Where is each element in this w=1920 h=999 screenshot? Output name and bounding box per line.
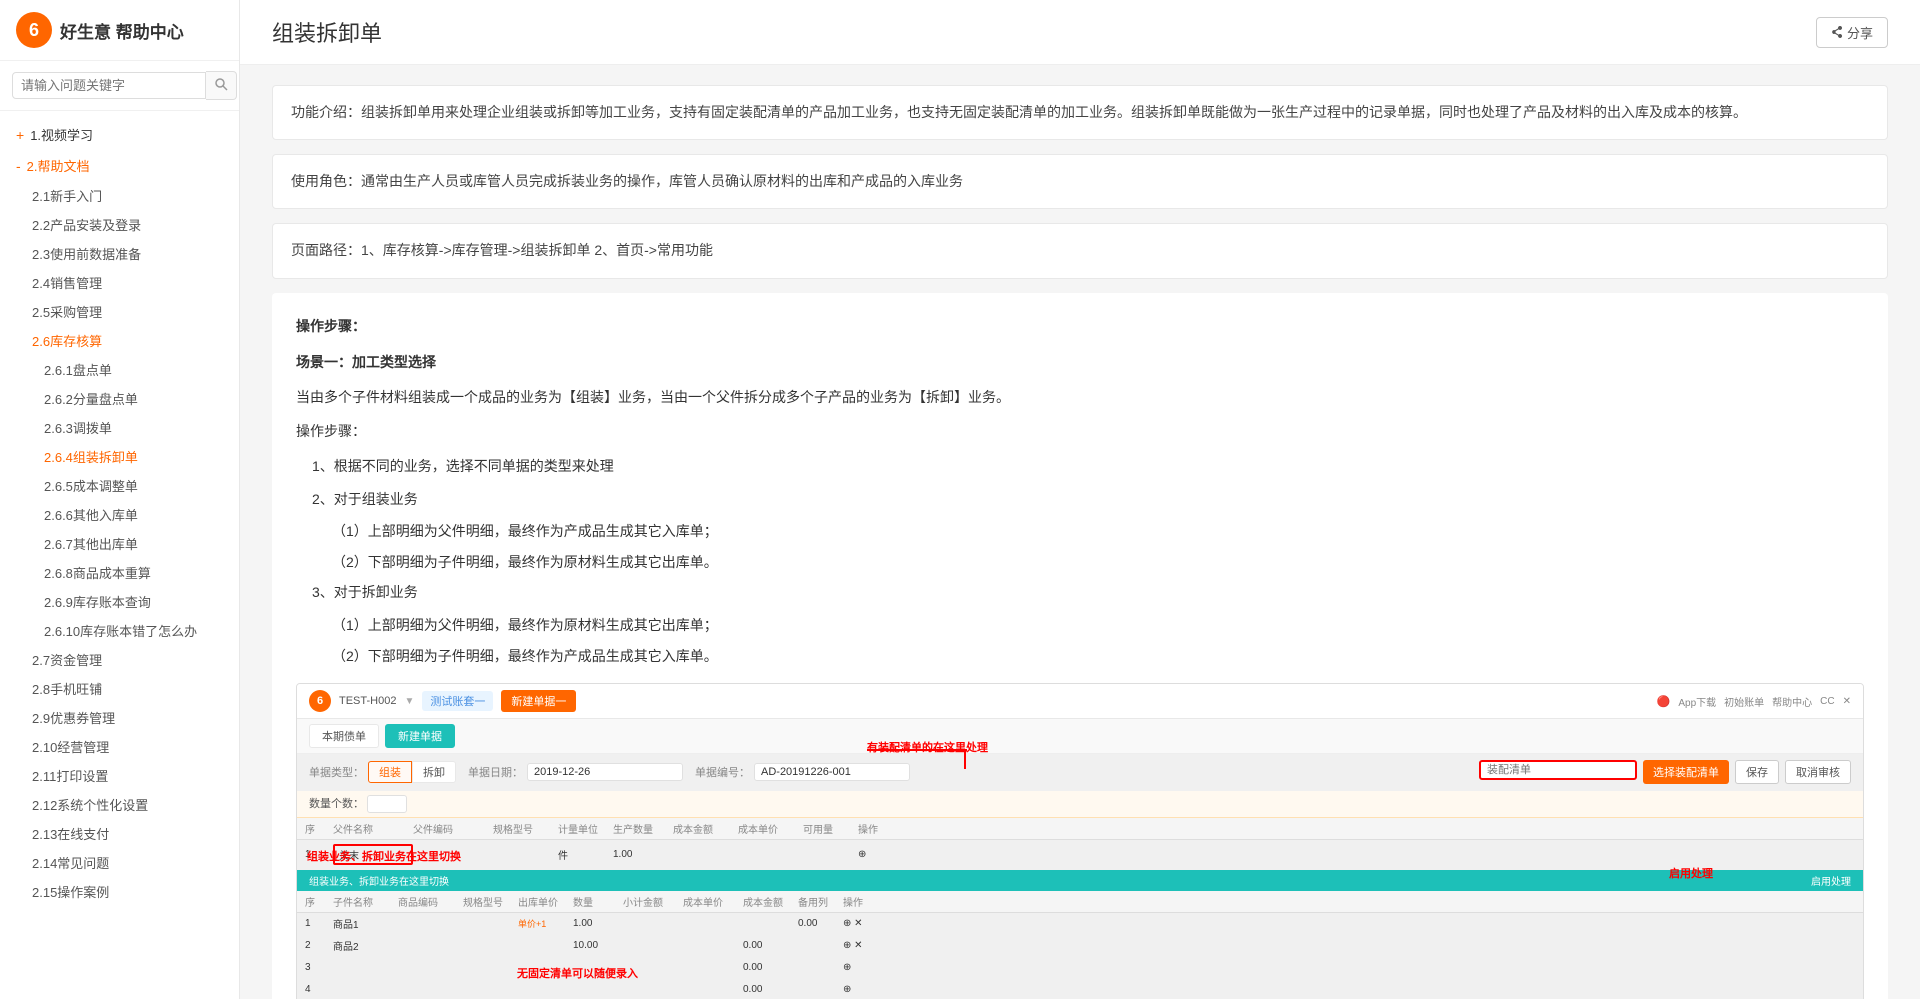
mock-logo: 6 — [309, 690, 331, 712]
mock-lower-table-container: 序 子件名称 商品编码 规格型号 出库单价 数量 小计金额 成本单价 成本金额 … — [297, 891, 1863, 999]
app-logo: 6 — [16, 12, 52, 48]
intro-box-1: 功能介绍：组装拆卸单用来处理企业组装或拆卸等加工业务，支持有固定装配清单的产品加… — [272, 85, 1888, 140]
mock-upper-table-row: 1 关末 件 1.00 ⊕ — [297, 840, 1863, 870]
sidebar-item-other-out[interactable]: 2.6.7其他出库单 — [0, 529, 239, 558]
step2: 2、对于组装业务 — [312, 486, 1864, 513]
search-box — [0, 61, 239, 111]
steps-title: 操作步骤： — [296, 313, 1864, 340]
scene1-desc: 当由多个子件材料组装成一个成品的业务为【组装】业务，当由一个父件拆分成多个子产品… — [296, 384, 1864, 411]
mock-form-actions: 选择装配清单 保存 取消审核 — [1479, 760, 1851, 784]
sidebar-nav: + 1.视频学习 - 2.帮助文档 2.1新手入门 2.2产品安装及登录 2.3… — [0, 111, 239, 999]
mock-company: TEST-H002 — [339, 695, 396, 707]
scene1-title: 场景一：加工类型选择 — [296, 349, 1864, 376]
mock-field-number: 单据编号： — [695, 763, 910, 781]
page-title: 组装拆卸单 — [272, 16, 382, 48]
step2-1: （1）上部明细为父件明细，最终作为产成品生成其它入库单； — [332, 518, 1864, 545]
mock-tab-new[interactable]: 新建单据 — [385, 724, 455, 748]
sidebar-item-assembly[interactable]: 2.6.4组装拆卸单 — [0, 442, 239, 471]
mock-form-row: 单据类型： 组装 拆卸 单据日期： 单据编 — [297, 754, 1863, 791]
sidebar-item-purchase[interactable]: 2.5采购管理 — [0, 297, 239, 326]
mock-number-input[interactable] — [754, 763, 910, 781]
step3-1: （1）上部明细为父件明细，最终作为原材料生成其它出库单； — [332, 612, 1864, 639]
mock-lower-row-2: 2 商品2 10.00 0.00 ⊕ ✕ — [297, 935, 1863, 957]
sidebar-item-faq[interactable]: 2.14常见问题 — [0, 848, 239, 877]
content-area: 功能介绍：组装拆卸单用来处理企业组装或拆卸等加工业务，支持有固定装配清单的产品加… — [240, 65, 1920, 999]
sidebar-item-install[interactable]: 2.2产品安装及登录 — [0, 210, 239, 239]
mock-badge: 测试账套一 — [422, 691, 493, 711]
search-icon — [214, 77, 228, 91]
mock-ui-wrapper: 6 TEST-H002 ▼ 测试账套一 新建单据一 🔴 App下载 初始账单 帮… — [297, 684, 1863, 999]
sidebar-item-sales[interactable]: 2.4销售管理 — [0, 268, 239, 297]
mock-field-date: 单据日期： — [468, 763, 683, 781]
sidebar-item-partial-stocktake[interactable]: 2.6.2分量盘点单 — [0, 384, 239, 413]
mock-field-type: 单据类型： 组装 拆卸 — [309, 761, 456, 783]
mock-bom-input[interactable] — [1479, 760, 1637, 780]
step3: 3、对于拆卸业务 — [312, 579, 1864, 606]
sidebar-item-finance[interactable]: 2.7资金管理 — [0, 645, 239, 674]
mock-select-bom-btn[interactable]: 选择装配清单 — [1643, 760, 1729, 784]
search-input[interactable] — [12, 72, 206, 99]
mock-qty-input[interactable] — [367, 795, 407, 813]
mock-upper-section-label: 数量个数： — [297, 791, 1863, 818]
sidebar-item-customize[interactable]: 2.12系统个性化设置 — [0, 790, 239, 819]
sidebar-item-operation[interactable]: 2.10经营管理 — [0, 732, 239, 761]
sidebar-item-inventory[interactable]: 2.6库存核算 — [0, 326, 239, 355]
mock-type-selector: 组装 拆卸 — [368, 761, 456, 783]
intro-box-2: 使用角色：通常由生产人员或库管人员完成拆装业务的操作，库管人员确认原材料的出库和… — [272, 154, 1888, 209]
steps-block: 操作步骤： 场景一：加工类型选择 当由多个子件材料组装成一个成品的业务为【组装】… — [272, 293, 1888, 999]
sidebar-item-payment[interactable]: 2.13在线支付 — [0, 819, 239, 848]
share-button[interactable]: 分享 — [1816, 17, 1888, 48]
step1: 1、根据不同的业务，选择不同单据的类型来处理 — [312, 453, 1864, 480]
mock-new-btn[interactable]: 新建单据一 — [501, 690, 576, 712]
mock-tabs-toolbar: 本期债单 新建单据 — [297, 719, 1863, 754]
screenshot-inner: 6 TEST-H002 ▼ 测试账套一 新建单据一 🔴 App下载 初始账单 帮… — [297, 684, 1863, 999]
sidebar: 6 好生意 帮助中心 + 1.视频学习 - 2.帮助文档 2.1新手入门 2.2… — [0, 0, 240, 999]
mock-type-assemble[interactable]: 组装 — [368, 761, 412, 783]
sidebar-item-newbie[interactable]: 2.1新手入门 — [0, 181, 239, 210]
sidebar-item-cost-adjust[interactable]: 2.6.5成本调整单 — [0, 471, 239, 500]
mock-parent-name: 关末 — [333, 844, 413, 865]
mock-lower-row-1: 1 商品1 单价+1 1.00 0.00 ⊕ ✕ — [297, 913, 1863, 935]
step3-2: （2）下部明细为子件明细，最终作为产成品生成其它入库单。 — [332, 643, 1864, 670]
mock-type-disassemble[interactable]: 拆卸 — [412, 761, 456, 783]
sidebar-item-docs[interactable]: - 2.帮助文档 — [0, 150, 239, 181]
steps-intro: 操作步骤： — [296, 418, 1864, 445]
share-icon — [1831, 26, 1843, 38]
mock-cancel-btn[interactable]: 取消审核 — [1785, 760, 1851, 784]
sidebar-item-stocktake[interactable]: 2.6.1盘点单 — [0, 355, 239, 384]
intro-box-3: 页面路径：1、库存核算->库存管理->组装拆卸单 2、首页->常用功能 — [272, 223, 1888, 278]
sidebar-item-other-in[interactable]: 2.6.6其他入库单 — [0, 500, 239, 529]
main-content: 组装拆卸单 分享 功能介绍：组装拆卸单用来处理企业组装或拆卸等加工业务，支持有固… — [240, 0, 1920, 999]
sidebar-item-inventory-fix[interactable]: 2.6.10库存账本错了怎么办 — [0, 616, 239, 645]
mock-topbar-right: 🔴 App下载 初始账单 帮助中心 CC ✕ — [1657, 694, 1851, 709]
search-button[interactable] — [206, 71, 237, 100]
sidebar-item-data-prep[interactable]: 2.3使用前数据准备 — [0, 239, 239, 268]
mock-save-btn[interactable]: 保存 — [1735, 760, 1779, 784]
brand-name: 好生意 帮助中心 — [60, 18, 184, 43]
mock-section-divider: 组装业务、拆卸业务在这里切换 启用处理 — [297, 870, 1863, 891]
main-header: 组装拆卸单 分享 — [240, 0, 1920, 65]
screenshot-container: 6 TEST-H002 ▼ 测试账套一 新建单据一 🔴 App下载 初始账单 帮… — [296, 683, 1864, 999]
mock-lower-table-header: 序 子件名称 商品编码 规格型号 出库单价 数量 小计金额 成本单价 成本金额 … — [297, 891, 1863, 913]
sidebar-item-print[interactable]: 2.11打印设置 — [0, 761, 239, 790]
sidebar-item-transfer[interactable]: 2.6.3调拨单 — [0, 413, 239, 442]
sidebar-item-mobile[interactable]: 2.8手机旺铺 — [0, 674, 239, 703]
mock-bom-field — [1479, 760, 1637, 784]
sidebar-item-cases[interactable]: 2.15操作案例 — [0, 877, 239, 906]
mock-date-input[interactable] — [527, 763, 683, 781]
sidebar-item-inventory-ledger[interactable]: 2.6.9库存账本查询 — [0, 587, 239, 616]
step2-2: （2）下部明细为子件明细，最终作为原材料生成其它出库单。 — [332, 549, 1864, 576]
mock-lower-row-3: 3 0.00 ⊕ — [297, 957, 1863, 979]
sidebar-item-coupon[interactable]: 2.9优惠券管理 — [0, 703, 239, 732]
mock-lower-row-4: 4 0.00 ⊕ — [297, 979, 1863, 999]
mock-tab-list[interactable]: 本期债单 — [309, 724, 379, 748]
sidebar-item-video[interactable]: + 1.视频学习 — [0, 119, 239, 150]
mock-upper-table-container: 序 父件名称 父件编码 规格型号 计量单位 生产数量 成本金额 成本单价 可用量… — [297, 818, 1863, 870]
sidebar-item-cost-recalc[interactable]: 2.6.8商品成本重算 — [0, 558, 239, 587]
mock-upper-table-header: 序 父件名称 父件编码 规格型号 计量单位 生产数量 成本金额 成本单价 可用量… — [297, 818, 1863, 840]
sidebar-header: 6 好生意 帮助中心 — [0, 0, 239, 61]
mock-topbar: 6 TEST-H002 ▼ 测试账套一 新建单据一 🔴 App下载 初始账单 帮… — [297, 684, 1863, 719]
